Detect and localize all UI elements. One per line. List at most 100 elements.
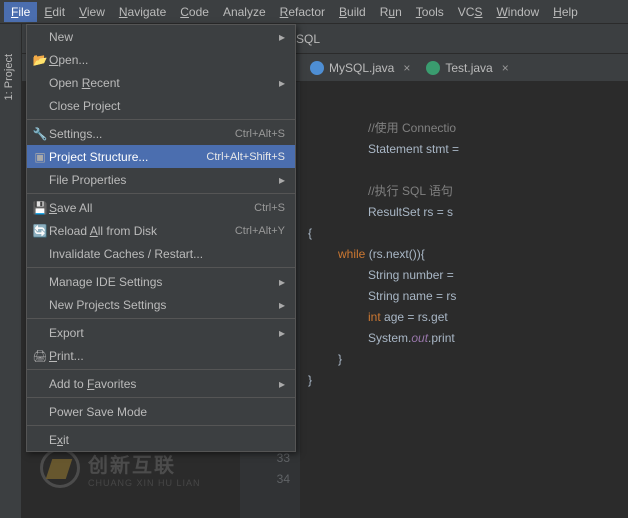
menu-item-label: Invalidate Caches / Restart...	[49, 247, 285, 261]
menu-navigate[interactable]: Navigate	[112, 2, 173, 22]
menu-build[interactable]: Build	[332, 2, 373, 22]
menu-item-manage-ide-settings[interactable]: Manage IDE Settings▸	[27, 270, 295, 293]
chevron-right-icon: ▸	[279, 377, 285, 391]
code-brace: }	[308, 373, 312, 387]
menu-item-reload-all-from-disk[interactable]: 🔄Reload All from DiskCtrl+Alt+Y	[27, 219, 295, 242]
menu-file[interactable]: File	[4, 2, 37, 22]
menu-item-label: Power Save Mode	[49, 405, 285, 419]
code-keyword: int	[368, 310, 381, 324]
menu-vcs[interactable]: VCS	[451, 2, 490, 22]
menu-edit[interactable]: Edit	[37, 2, 72, 22]
menu-item-label: Reload All from Disk	[49, 224, 235, 238]
watermark-icon	[40, 448, 80, 488]
menu-item-label: Export	[49, 326, 279, 340]
menu-item-close-project[interactable]: Close Project	[27, 94, 295, 117]
menu-refactor[interactable]: Refactor	[273, 2, 332, 22]
menu-item-export[interactable]: Export▸	[27, 321, 295, 344]
menu-tools[interactable]: Tools	[409, 2, 451, 22]
menu-item-label: Exit	[49, 433, 285, 447]
watermark-text-big: 创新互联	[88, 449, 201, 478]
project-tool-button[interactable]: 1: Project	[3, 54, 15, 100]
chevron-right-icon: ▸	[279, 298, 285, 312]
menu-item-power-save-mode[interactable]: Power Save Mode	[27, 400, 295, 423]
menu-analyze[interactable]: Analyze	[216, 2, 273, 22]
menu-item-shortcut: Ctrl+Alt+S	[235, 128, 285, 140]
menu-item-open-recent[interactable]: Open Recent▸	[27, 71, 295, 94]
code-keyword: while	[338, 247, 365, 261]
menu-item-label: Project Structure...	[49, 150, 206, 164]
menu-item-icon: 📂	[31, 53, 49, 67]
close-icon[interactable]: ×	[403, 61, 410, 75]
menu-item-label: New Projects Settings	[49, 298, 279, 312]
menu-item-label: Print...	[49, 349, 285, 363]
menu-item-shortcut: Ctrl+Alt+Shift+S	[206, 151, 285, 163]
menu-run[interactable]: Run	[373, 2, 409, 22]
menu-help[interactable]: Help	[546, 2, 585, 22]
menu-item-shortcut: Ctrl+Alt+Y	[235, 225, 285, 237]
menu-separator	[27, 193, 295, 194]
code-brace: {	[308, 226, 312, 240]
code-static: out	[411, 331, 428, 345]
menu-item-icon: 💾	[31, 201, 49, 215]
menu-item-save-all[interactable]: 💾Save AllCtrl+S	[27, 196, 295, 219]
code-line: .print	[428, 331, 455, 345]
chevron-right-icon: ▸	[279, 76, 285, 90]
code-brace: }	[338, 352, 342, 366]
menu-item-icon: ▣	[31, 150, 49, 164]
menu-window[interactable]: Window	[489, 2, 546, 22]
menu-separator	[27, 397, 295, 398]
code-line: System.	[368, 331, 411, 345]
code-comment: //使用 Connectio	[368, 121, 456, 135]
menu-code[interactable]: Code	[173, 2, 216, 22]
code-editor[interactable]: //使用 Connectio Statement stmt = //执行 SQL…	[300, 82, 628, 518]
tab-label: Test.java	[445, 61, 492, 75]
menu-item-settings[interactable]: 🔧Settings...Ctrl+Alt+S	[27, 122, 295, 145]
menu-separator	[27, 369, 295, 370]
code-line: String number =	[368, 268, 454, 282]
menu-separator	[27, 425, 295, 426]
menu-item-icon: 🔄	[31, 224, 49, 238]
menu-item-print[interactable]: 🖨Print...	[27, 344, 295, 367]
menu-item-shortcut: Ctrl+S	[254, 202, 285, 214]
menu-view[interactable]: View	[72, 2, 112, 22]
code-line: Statement stmt =	[368, 142, 459, 156]
menu-item-label: Settings...	[49, 127, 235, 141]
menu-item-exit[interactable]: Exit	[27, 428, 295, 451]
menu-item-icon: 🔧	[31, 127, 49, 141]
menu-item-label: Save All	[49, 201, 254, 215]
menu-separator	[27, 267, 295, 268]
code-line: ResultSet rs = s	[368, 205, 453, 219]
watermark-text-small: CHUANG XIN HU LIAN	[88, 478, 201, 488]
tab-label: MySQL.java	[329, 61, 394, 75]
menu-item-label: Manage IDE Settings	[49, 275, 279, 289]
menu-item-new[interactable]: New▸	[27, 25, 295, 48]
menu-item-open[interactable]: 📂Open...	[27, 48, 295, 71]
chevron-right-icon: ▸	[279, 275, 285, 289]
menu-item-label: New	[49, 30, 279, 44]
code-line: String name = rs	[368, 289, 456, 303]
menu-item-icon: 🖨	[31, 349, 49, 363]
menu-separator	[27, 318, 295, 319]
menu-item-add-to-favorites[interactable]: Add to Favorites▸	[27, 372, 295, 395]
watermark-logo: 创新互联 CHUANG XIN HU LIAN	[40, 448, 201, 488]
menu-item-new-projects-settings[interactable]: New Projects Settings▸	[27, 293, 295, 316]
line-number: 34	[240, 469, 300, 490]
editor-tab[interactable]: MySQL.java ×	[302, 57, 418, 79]
chevron-right-icon: ▸	[279, 173, 285, 187]
menu-item-label: Open...	[49, 53, 285, 67]
editor-tab[interactable]: Test.java ×	[418, 57, 516, 79]
code-comment: //执行 SQL 语句	[368, 184, 453, 198]
menu-item-label: Open Recent	[49, 76, 279, 90]
code-line: (rs.next()){	[365, 247, 424, 261]
menu-item-label: Close Project	[49, 99, 285, 113]
menu-item-project-structure[interactable]: ▣Project Structure...Ctrl+Alt+Shift+S	[27, 145, 295, 168]
menu-item-label: File Properties	[49, 173, 279, 187]
menu-item-invalidate-caches-restart[interactable]: Invalidate Caches / Restart...	[27, 242, 295, 265]
chevron-right-icon: ▸	[279, 326, 285, 340]
file-menu-popup: New▸📂Open...Open Recent▸Close Project🔧Se…	[26, 24, 296, 452]
close-icon[interactable]: ×	[502, 61, 509, 75]
menu-separator	[27, 119, 295, 120]
menu-item-file-properties[interactable]: File Properties▸	[27, 168, 295, 191]
code-line: age = rs.get	[381, 310, 448, 324]
tool-window-stripe: 1: Project	[0, 24, 22, 518]
